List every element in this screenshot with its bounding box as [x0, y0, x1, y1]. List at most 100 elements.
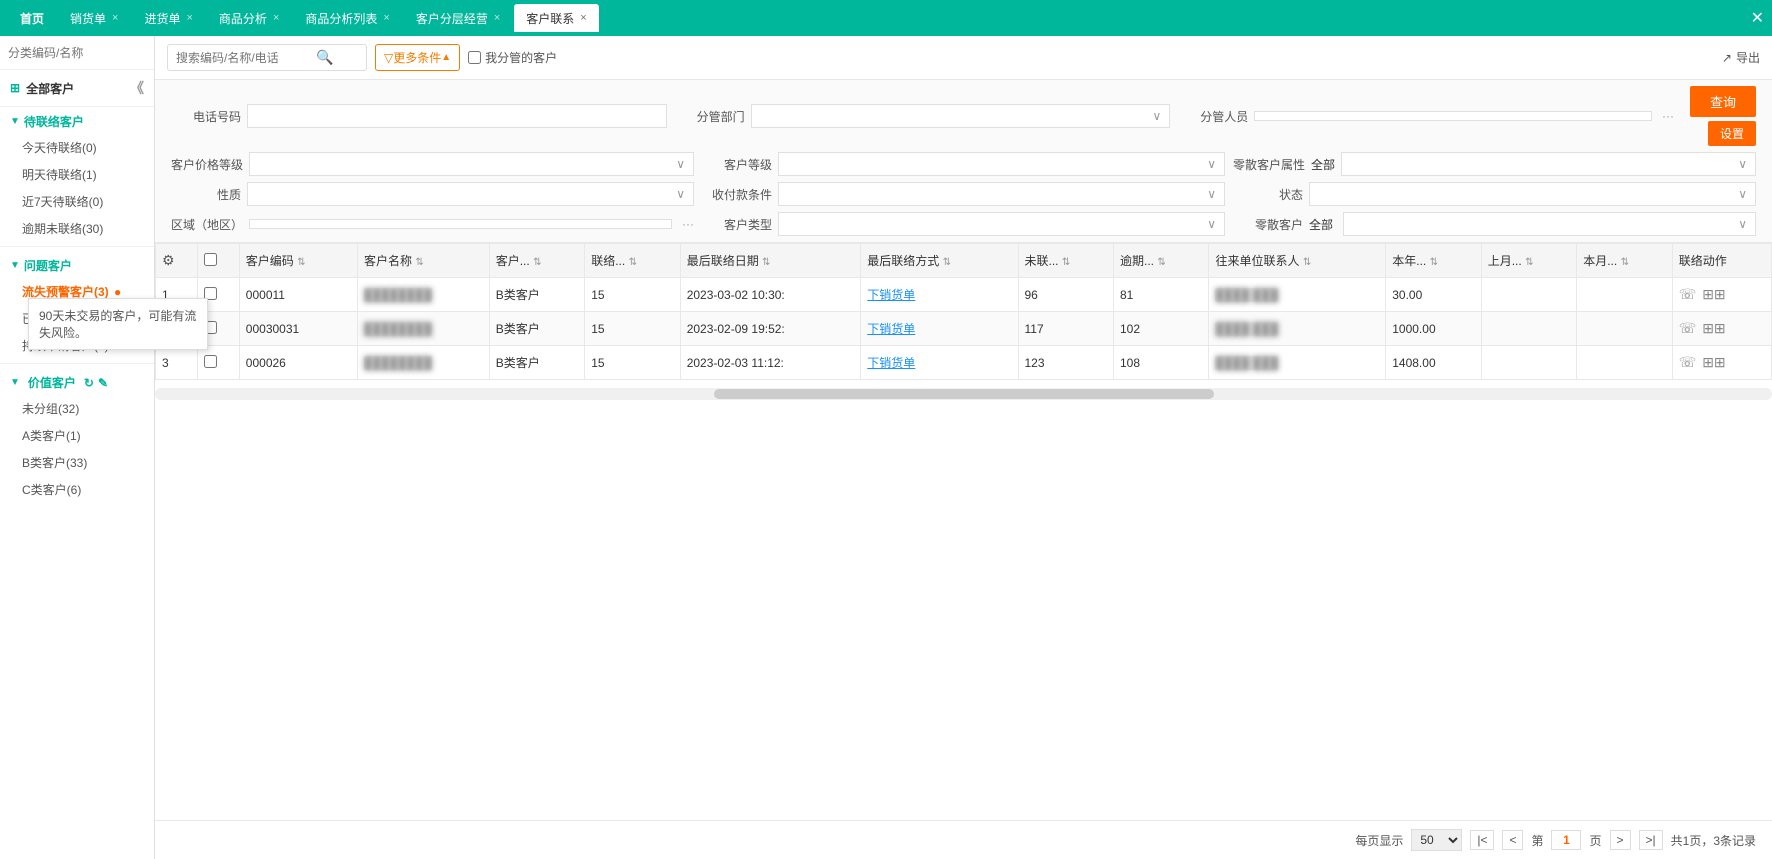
manager-dots[interactable]: ···	[1662, 109, 1674, 123]
nature-select[interactable]: ∨	[247, 182, 694, 206]
h-scrollbar-thumb[interactable]	[714, 389, 1214, 399]
row1-last-method-link[interactable]: 下销货单	[867, 288, 915, 302]
sidebar-item-overdue[interactable]: 逾期未联络(30)	[0, 215, 154, 242]
price-level-select[interactable]: ∨	[249, 152, 694, 176]
row3-action-phone[interactable]: ☏	[1679, 354, 1697, 371]
col-contacts[interactable]: 往来单位联系人 ⇅	[1209, 244, 1386, 278]
col-uncontacted[interactable]: 未联... ⇅	[1018, 244, 1113, 278]
dept-select[interactable]: ∨	[751, 104, 1171, 128]
sidebar-item-tomorrow[interactable]: 明天待联络(1)	[0, 161, 154, 188]
col-last-month[interactable]: 上月... ⇅	[1481, 244, 1576, 278]
row3-last-method-link[interactable]: 下销货单	[867, 356, 915, 370]
sidebar-item-ungroup[interactable]: 未分组(32)	[0, 395, 154, 422]
col-last-method-label: 最后联络方式	[867, 254, 939, 268]
all-customers-header[interactable]: ⊞ 全部客户 《	[0, 70, 154, 107]
row1-action-phone[interactable]: ☏	[1679, 286, 1697, 303]
filter-search-input[interactable]	[176, 51, 316, 65]
sidebar-group-value[interactable]: ▼ 价值客户 ↻ ✎	[0, 368, 154, 395]
row3-check[interactable]	[204, 355, 217, 368]
row3-last-method[interactable]: 下销货单	[861, 346, 1018, 380]
manager-select[interactable]	[1254, 111, 1652, 121]
row1-action-more[interactable]: ⊞⊞	[1702, 286, 1725, 303]
row2-last-method[interactable]: 下销货单	[861, 312, 1018, 346]
row1-name: ████████	[358, 278, 490, 312]
col-contact-count[interactable]: 联络... ⇅	[585, 244, 680, 278]
tab-goods-list-close[interactable]: ×	[383, 12, 389, 24]
payment-select[interactable]: ∨	[778, 182, 1225, 206]
prev-page-button[interactable]: <	[1502, 830, 1523, 850]
level-select[interactable]: ∨	[778, 152, 1225, 176]
filter-search-icon[interactable]: 🔍	[316, 49, 333, 66]
status-select[interactable]: ∨	[1309, 182, 1756, 206]
tab-purchase[interactable]: 进货单 ×	[132, 4, 204, 32]
customer-type-select[interactable]: ∨	[778, 212, 1225, 236]
col-this-year[interactable]: 本年... ⇅	[1386, 244, 1481, 278]
refresh-icon[interactable]: ↻	[84, 376, 94, 390]
area-label: 区域（地区）	[171, 216, 243, 233]
per-page-select[interactable]: 50 100	[1411, 829, 1462, 851]
tab-home[interactable]: 首页	[8, 4, 56, 32]
tab-purchase-close[interactable]: ×	[186, 12, 192, 24]
retail-customer-select[interactable]: ∨	[1343, 212, 1756, 236]
row1-last-method[interactable]: 下销货单	[861, 278, 1018, 312]
col-name[interactable]: 客户名称 ⇅	[358, 244, 490, 278]
sidebar-item-c-class[interactable]: C类客户(6)	[0, 476, 154, 503]
edit-icon[interactable]: ✎	[98, 376, 108, 390]
tab-customer-tier[interactable]: 客户分层经营 ×	[404, 4, 512, 32]
sidebar-item-a-class[interactable]: A类客户(1)	[0, 422, 154, 449]
retail-attr-select[interactable]: ∨	[1341, 152, 1756, 176]
sidebar-search-input[interactable]	[8, 46, 155, 60]
tab-customer-contact[interactable]: 客户联系 ×	[514, 4, 598, 32]
row3-name-value: ████████	[364, 356, 432, 370]
select-all-checkbox[interactable]	[204, 253, 217, 266]
row2-action-more[interactable]: ⊞⊞	[1702, 320, 1725, 337]
col-type[interactable]: 客户... ⇅	[489, 244, 584, 278]
tab-sales-close[interactable]: ×	[112, 12, 118, 24]
more-conditions-button[interactable]: ▽ 更多条件 ▲	[375, 44, 460, 71]
tab-customer-tier-close[interactable]: ×	[494, 12, 500, 24]
first-page-button[interactable]: |<	[1470, 830, 1494, 850]
settings-button[interactable]: 设置	[1708, 121, 1756, 146]
tab-goods-list[interactable]: 商品分析列表 ×	[293, 4, 401, 32]
row2-action-phone[interactable]: ☏	[1679, 320, 1697, 337]
col-checkbox[interactable]	[197, 244, 239, 278]
area-dots[interactable]: ···	[682, 217, 694, 231]
export-button[interactable]: ↗ 导出	[1722, 49, 1760, 66]
last-page-button[interactable]: >|	[1639, 830, 1663, 850]
sidebar-item-b-class[interactable]: B类客户(33)	[0, 449, 154, 476]
row1-last-date: 2023-03-02 10:30:	[680, 278, 861, 312]
next-page-button[interactable]: >	[1610, 830, 1631, 850]
tab-customer-contact-close[interactable]: ×	[580, 12, 586, 24]
query-button[interactable]: 查询	[1690, 86, 1756, 117]
col-overdue[interactable]: 逾期... ⇅	[1113, 244, 1208, 278]
row2-contact-count: 15	[585, 312, 680, 346]
page-input[interactable]	[1551, 830, 1581, 850]
tab-goods-analysis[interactable]: 商品分析 ×	[207, 4, 291, 32]
row2-overdue: 102	[1113, 312, 1208, 346]
my-customers-check[interactable]	[468, 51, 481, 64]
h-scrollbar[interactable]	[155, 388, 1772, 400]
row3-checkbox[interactable]	[197, 346, 239, 380]
phone-input[interactable]	[247, 104, 667, 128]
col-settings[interactable]: ⚙	[156, 244, 198, 278]
col-last-date[interactable]: 最后联络日期 ⇅	[680, 244, 861, 278]
tab-goods-analysis-close[interactable]: ×	[273, 12, 279, 24]
col-code[interactable]: 客户编码 ⇅	[239, 244, 357, 278]
sidebar-item-today[interactable]: 今天待联络(0)	[0, 134, 154, 161]
col-last-method[interactable]: 最后联络方式 ⇅	[861, 244, 1018, 278]
sidebar-item-week[interactable]: 近7天待联络(0)	[0, 188, 154, 215]
row3-action-more[interactable]: ⊞⊞	[1702, 354, 1725, 371]
my-customers-checkbox[interactable]: 我分管的客户	[468, 49, 557, 66]
sidebar-group-problem[interactable]: ▼ 问题客户	[0, 251, 154, 278]
table-settings-icon[interactable]: ⚙	[162, 252, 175, 268]
table-row: 2 00030031 ████████ B类客户 15 2023-02-09 1…	[156, 312, 1772, 346]
sidebar-collapse-btn[interactable]: 《	[130, 78, 144, 98]
area-select[interactable]	[249, 219, 672, 229]
window-close-button[interactable]: ✕	[1751, 8, 1764, 28]
row2-last-method-link[interactable]: 下销货单	[867, 322, 915, 336]
h-scrollbar-area[interactable]	[155, 380, 1772, 408]
sidebar-group-pending[interactable]: ▼ 待联络客户	[0, 107, 154, 134]
tab-sales[interactable]: 销货单 ×	[58, 4, 130, 32]
filter-bar: 🔍 ▽ 更多条件 ▲ 我分管的客户 ↗ 导出	[155, 36, 1772, 80]
col-this-month[interactable]: 本月... ⇅	[1577, 244, 1672, 278]
